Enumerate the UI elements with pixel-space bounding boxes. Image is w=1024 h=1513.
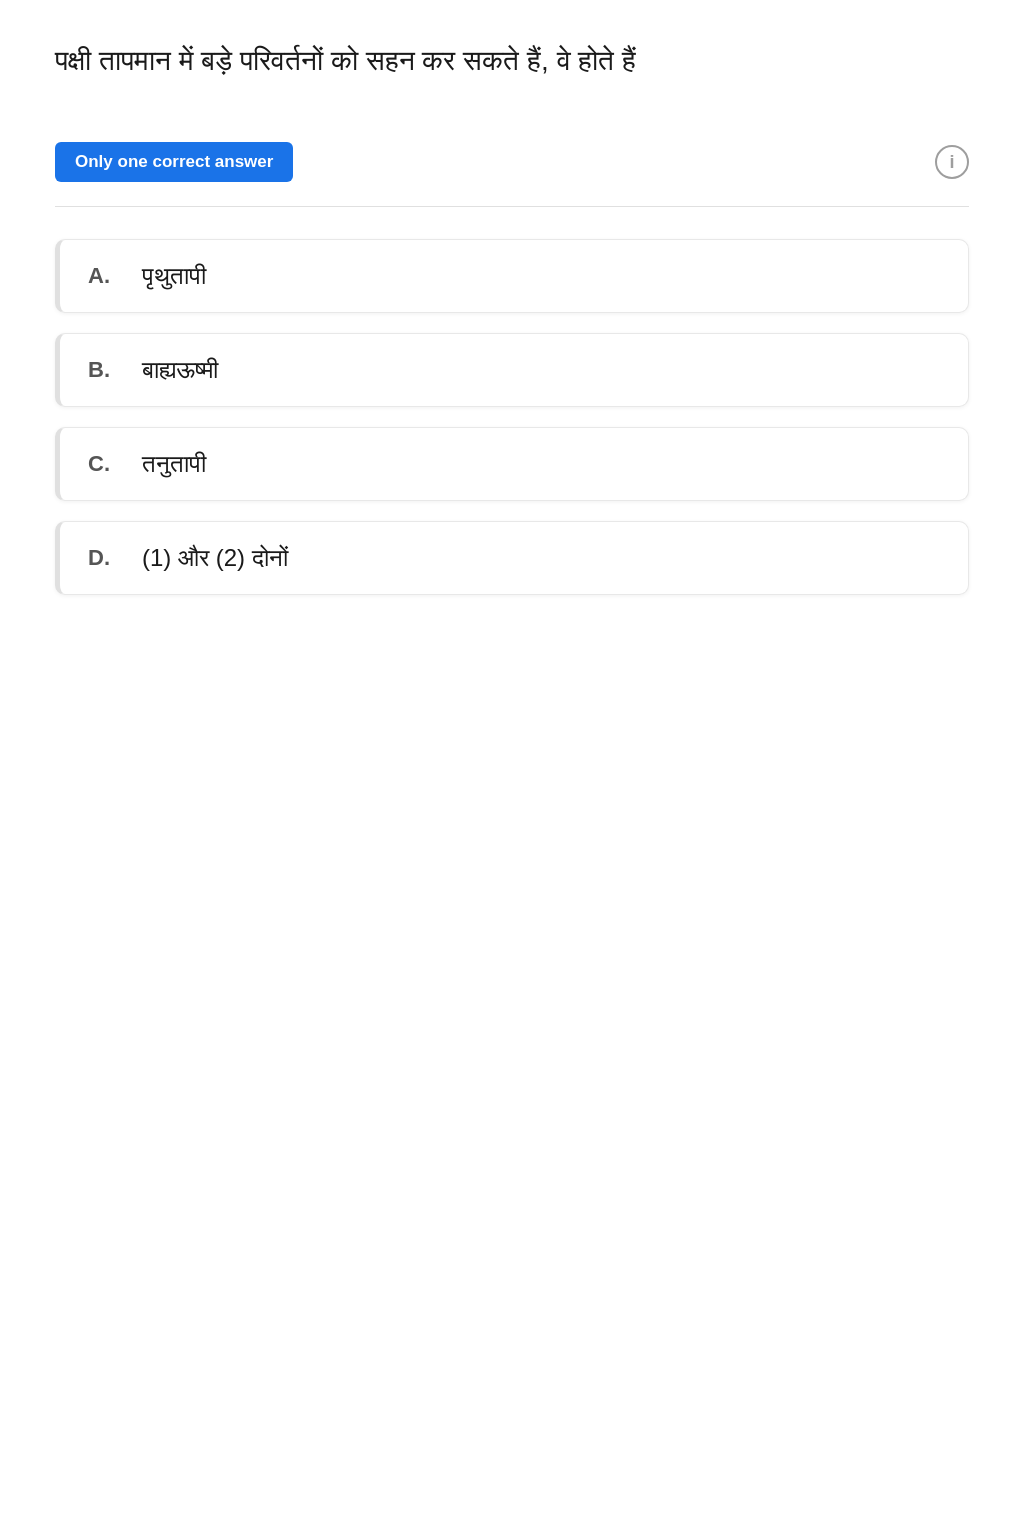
option-b-label: B.	[88, 357, 120, 383]
question-text: पक्षी तापमान में बड़े परिवर्तनों को सहन …	[55, 40, 969, 82]
option-d[interactable]: D. (1) और (2) दोनों	[55, 521, 969, 595]
option-a-text: पृथुतापी	[142, 262, 206, 290]
option-a-label: A.	[88, 263, 120, 289]
answer-type-badge: Only one correct answer	[55, 142, 293, 182]
option-c-label: C.	[88, 451, 120, 477]
option-b-text: बाह्यऊष्मी	[142, 356, 218, 384]
option-a[interactable]: A. पृथुतापी	[55, 239, 969, 313]
options-list: A. पृथुतापी B. बाह्यऊष्मी C. तनुतापी D. …	[55, 239, 969, 595]
option-d-text: (1) और (2) दोनों	[142, 544, 288, 572]
badge-row: Only one correct answer i	[55, 142, 969, 182]
option-b[interactable]: B. बाह्यऊष्मी	[55, 333, 969, 407]
section-divider	[55, 206, 969, 207]
info-icon[interactable]: i	[935, 145, 969, 179]
option-c[interactable]: C. तनुतापी	[55, 427, 969, 501]
option-c-text: तनुतापी	[142, 450, 206, 478]
option-d-label: D.	[88, 545, 120, 571]
